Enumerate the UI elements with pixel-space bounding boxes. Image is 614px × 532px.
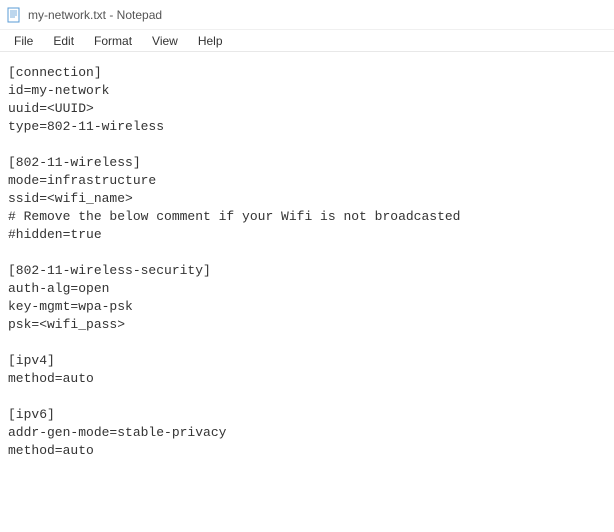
menu-format[interactable]: Format bbox=[84, 32, 142, 50]
window-title: my-network.txt - Notepad bbox=[28, 8, 162, 22]
titlebar: my-network.txt - Notepad bbox=[0, 0, 614, 30]
menu-help[interactable]: Help bbox=[188, 32, 233, 50]
menu-file[interactable]: File bbox=[4, 32, 43, 50]
menu-view[interactable]: View bbox=[142, 32, 188, 50]
text-editor-area[interactable]: [connection] id=my-network uuid=<UUID> t… bbox=[0, 52, 614, 532]
notepad-icon bbox=[6, 7, 22, 23]
menu-edit[interactable]: Edit bbox=[43, 32, 84, 50]
menubar: File Edit Format View Help bbox=[0, 30, 614, 52]
